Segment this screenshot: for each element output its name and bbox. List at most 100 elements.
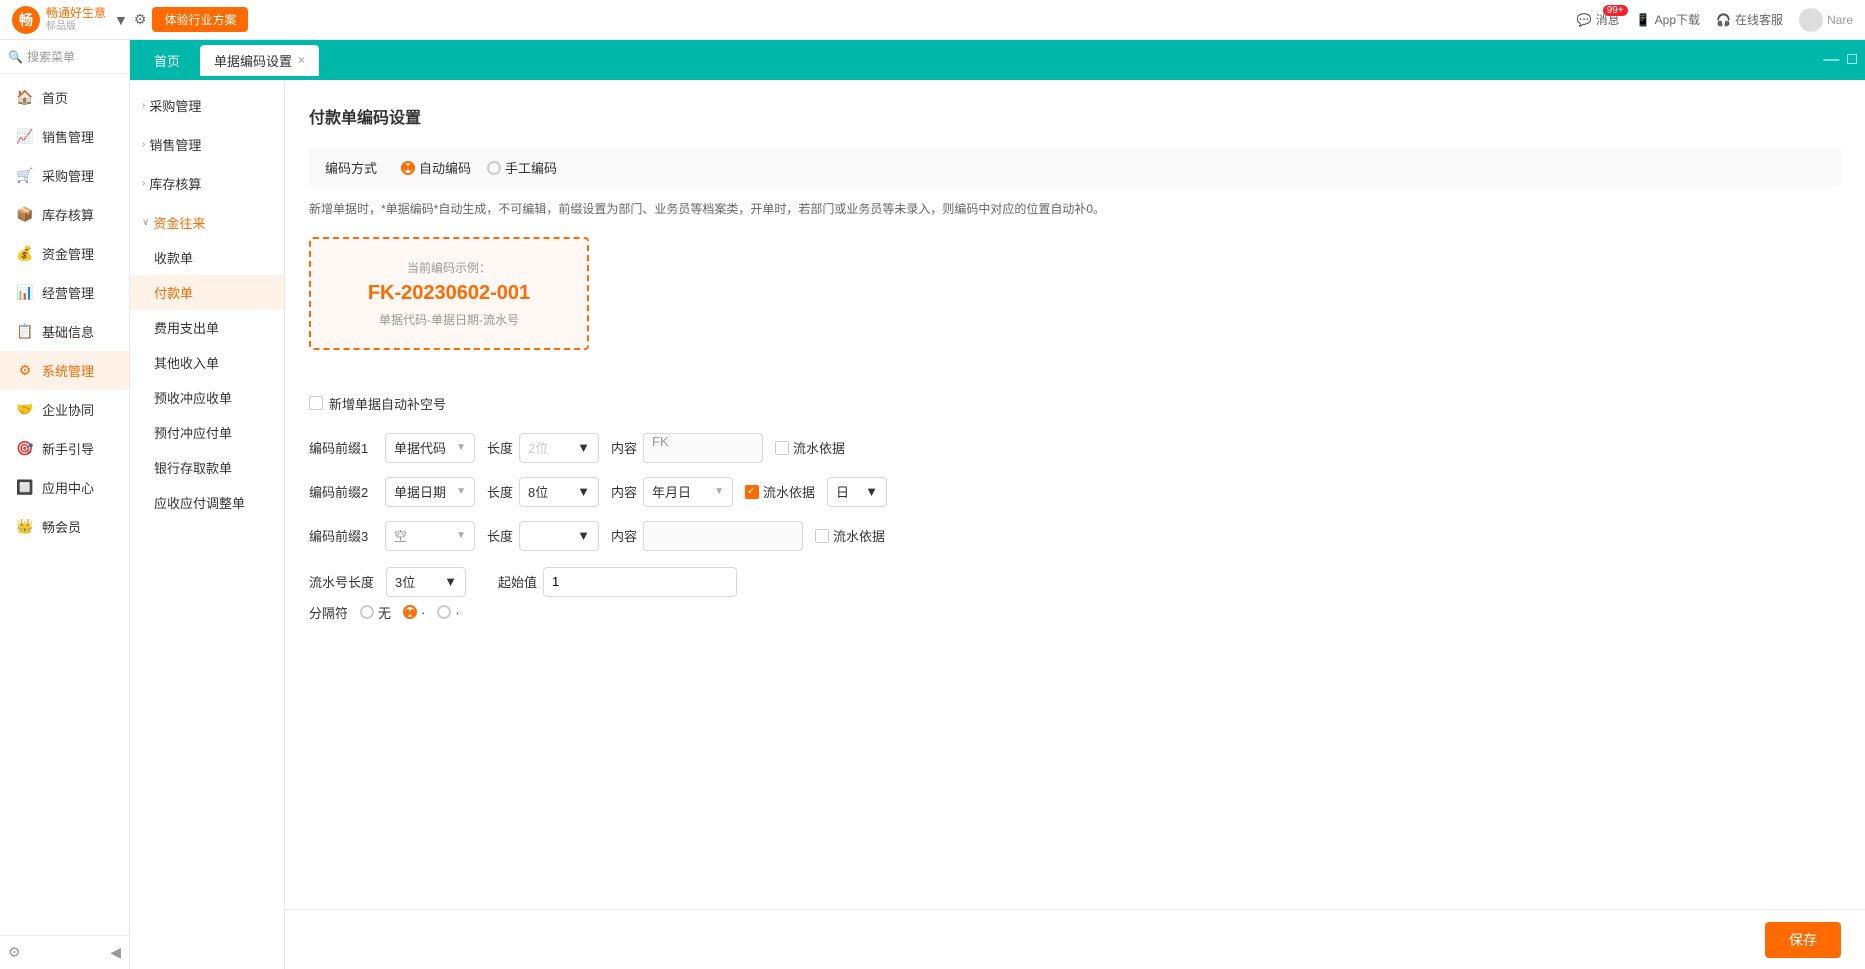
length-group-1: 长度 2位 ▼: [487, 433, 599, 463]
start-value-input[interactable]: [543, 567, 737, 597]
sub-menu-purchase[interactable]: › 采购管理: [130, 88, 284, 123]
top-bar: 畅 畅通好生意 标品版 ▼ ⚙ 体验行业方案 💬 消息 99+ 📱 App下载 …: [0, 0, 1865, 40]
settings-gear-button[interactable]: ⚙: [134, 11, 147, 28]
sep-dot-radio-circle: [403, 605, 417, 619]
sub-menu-group-inventory: › 库存核算: [130, 166, 284, 201]
sidebar-item-apps[interactable]: 🔲 应用中心: [0, 468, 129, 507]
system-icon: ⚙: [16, 362, 34, 380]
mobile-icon: 📱: [1636, 13, 1651, 27]
sidebar: 🔍 搜索菜单 🏠 首页 📈 销售管理 🛒 采购管理 📦 库存核算 💰: [0, 40, 130, 969]
sidebar-item-sales[interactable]: 📈 销售管理: [0, 117, 129, 156]
sub-menu-item-payment[interactable]: 付款单: [130, 275, 284, 310]
sub-menu-inventory[interactable]: › 库存核算: [130, 166, 284, 201]
auto-code-radio[interactable]: 自动编码: [401, 158, 471, 177]
headset-icon: 🎧: [1716, 13, 1731, 27]
serial-length-select[interactable]: 3位 ▼: [386, 567, 466, 597]
form-row-2: 编码前缀2 单据日期 ▼ 长度 8位 ▼: [309, 477, 1841, 507]
online-service-button[interactable]: 🎧 在线客服: [1716, 11, 1783, 28]
sub-menu-item-bank-deposit[interactable]: 银行存取款单: [130, 450, 284, 485]
code-preview-label: 当前编码示例：: [341, 259, 557, 276]
sidebar-item-purchase[interactable]: 🛒 采购管理: [0, 156, 129, 195]
top-bar-left: 畅 畅通好生意 标品版 ▼ ⚙ 体验行业方案: [12, 6, 248, 34]
tab-home[interactable]: 首页: [138, 45, 196, 76]
sub-menu-item-prepaid-payable[interactable]: 预付冲应付单: [130, 415, 284, 450]
length3-select[interactable]: ▼: [519, 521, 599, 551]
sidebar-item-system[interactable]: ⚙ 系统管理: [0, 351, 129, 390]
message-badge: 99+: [1603, 5, 1628, 16]
content2-select[interactable]: 年月日 ▼: [643, 477, 733, 507]
sidebar-item-inventory[interactable]: 📦 库存核算: [0, 195, 129, 234]
basic-icon: 📋: [16, 323, 34, 341]
message-icon: 💬: [1577, 13, 1592, 27]
sub-menu-item-expense[interactable]: 费用支出单: [130, 310, 284, 345]
sub-menu-group-sales: › 销售管理: [130, 127, 284, 162]
tab-minimize-button[interactable]: —: [1823, 51, 1839, 69]
tab-maximize-button[interactable]: □: [1847, 51, 1857, 69]
sidebar-item-home[interactable]: 🏠 首页: [0, 78, 129, 117]
sidebar-item-enterprise[interactable]: 🤝 企业协同: [0, 390, 129, 429]
prefix1-label: 编码前缀1: [309, 438, 373, 457]
logo-text: 畅通好生意 标品版: [46, 6, 106, 32]
length2-select[interactable]: 8位 ▼: [519, 477, 599, 507]
serial-checkbox-3[interactable]: [815, 529, 829, 543]
sub-menu-item-adjustment[interactable]: 应收应付调整单: [130, 485, 284, 520]
sep-radio-dot[interactable]: ·: [403, 605, 425, 620]
separator-row: 分隔符 无 · ·: [309, 603, 1841, 622]
prefix3-select[interactable]: 空 ▼: [385, 521, 475, 551]
sub-menu-fund[interactable]: ∨ 资金往来: [130, 205, 284, 240]
code-preview-desc: 单据代码-单据日期-流水号: [341, 311, 557, 328]
app-download-button[interactable]: 📱 App下载: [1636, 11, 1700, 28]
trial-button[interactable]: 体验行业方案: [152, 7, 248, 32]
sub-menu-item-other-income[interactable]: 其他收入单: [130, 345, 284, 380]
start-value-group: 起始值: [498, 567, 737, 597]
serial-checkbox-2[interactable]: [745, 485, 759, 499]
manual-code-radio[interactable]: 手工编码: [487, 158, 557, 177]
prefix3-label: 编码前缀3: [309, 526, 373, 545]
tab-current[interactable]: 单据编码设置 ×: [200, 45, 319, 76]
sep-radio-dash[interactable]: ·: [437, 605, 459, 620]
chevron-down-icon: ▼: [577, 440, 590, 455]
prefix2-select[interactable]: 单据日期 ▼: [385, 477, 475, 507]
prefix1-select[interactable]: 单据代码 ▼: [385, 433, 475, 463]
sub-menu-item-prepaid-receivable[interactable]: 预收冲应收单: [130, 380, 284, 415]
dropdown-arrow-button[interactable]: ▼: [114, 12, 128, 28]
serial-number-row: 流水号长度 3位 ▼ 起始值: [309, 567, 1841, 597]
main-content-area: 付款单编码设置 编码方式 自动编码: [285, 80, 1865, 969]
tab-bar: 首页 单据编码设置 × — □: [130, 40, 1865, 80]
chevron-down-icon: ▼: [577, 484, 590, 499]
tip-text: 新增单据时，*单据编码*自动生成，不可编辑，前缀设置为部门、业务员等档案类，开单…: [309, 199, 1841, 221]
follow-select-2[interactable]: 日 ▼: [827, 477, 887, 507]
sidebar-search[interactable]: 🔍 搜索菜单: [0, 40, 129, 74]
length1-select[interactable]: 2位 ▼: [519, 433, 599, 463]
sidebar-item-finance[interactable]: 💰 资金管理: [0, 234, 129, 273]
right-panel: 首页 单据编码设置 × — □ › 采购管理: [130, 40, 1865, 969]
tab-close-button[interactable]: ×: [298, 53, 305, 67]
sub-menu-sales[interactable]: › 销售管理: [130, 127, 284, 162]
user-area[interactable]: Nare: [1799, 8, 1853, 32]
chevron-down-icon: ∨: [142, 217, 149, 228]
code-preview-value: FK-20230602-001: [341, 282, 557, 305]
message-button[interactable]: 💬 消息 99+: [1577, 11, 1620, 28]
sidebar-nav: 🏠 首页 📈 销售管理 🛒 采购管理 📦 库存核算 💰 资金管理 📊 经: [0, 74, 129, 935]
sep-radio-none[interactable]: 无: [360, 603, 391, 622]
sidebar-settings-button[interactable]: ⚙: [8, 944, 21, 961]
guide-icon: 🎯: [16, 440, 34, 458]
length-group-2: 长度 8位 ▼: [487, 477, 599, 507]
serial-checkbox-1[interactable]: [775, 441, 789, 455]
sub-menu-item-receipt[interactable]: 收款单: [130, 240, 284, 275]
sidebar-item-member[interactable]: 👑 畅会员: [0, 507, 129, 546]
encoding-radio-group: 自动编码 手工编码: [401, 158, 557, 177]
save-button[interactable]: 保存: [1765, 922, 1841, 958]
prefix2-label: 编码前缀2: [309, 482, 373, 501]
auto-fill-checkbox[interactable]: [309, 396, 323, 410]
chevron-down-icon: ▼: [714, 486, 724, 497]
sidebar-collapse-button[interactable]: ◀: [110, 944, 121, 961]
length-group-3: 长度 ▼: [487, 521, 599, 551]
sidebar-item-operation[interactable]: 📊 经营管理: [0, 273, 129, 312]
search-trigger[interactable]: 🔍 搜索菜单: [8, 48, 121, 65]
chevron-down-icon: ▼: [456, 486, 466, 497]
sidebar-item-basic[interactable]: 📋 基础信息: [0, 312, 129, 351]
form-row-1: 编码前缀1 单据代码 ▼ 长度 2位 ▼: [309, 433, 1841, 463]
sidebar-item-guide[interactable]: 🎯 新手引导: [0, 429, 129, 468]
logo-icon: 畅: [12, 6, 40, 34]
